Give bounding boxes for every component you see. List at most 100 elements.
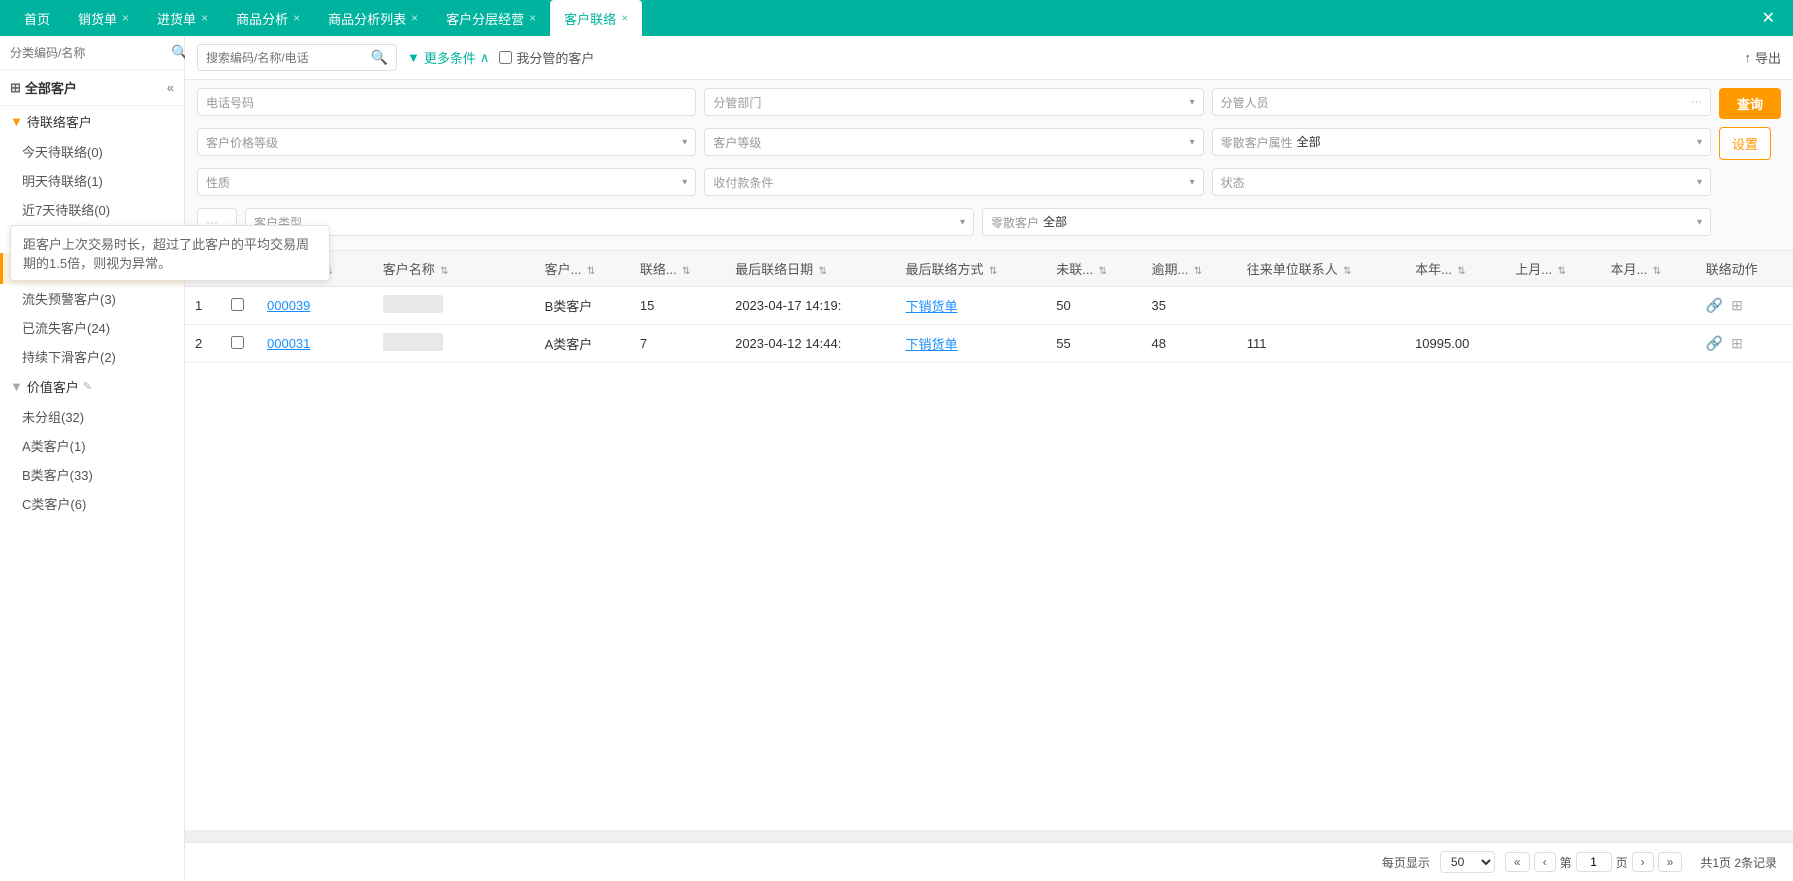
filter-bar: 🔍 ▼ 更多条件 ∧ 我分管的客户 ↑ 导出 bbox=[185, 36, 1793, 80]
total-records-label: 共1页 2条记录 bbox=[1700, 854, 1777, 871]
sidebar-collapse-btn[interactable]: « bbox=[167, 80, 174, 95]
edit-icon[interactable]: ✎ bbox=[83, 380, 92, 393]
my-customer-checkbox[interactable] bbox=[499, 51, 512, 64]
row1-no: 1 bbox=[185, 287, 221, 325]
filter-scattered-property-select[interactable]: 全部 bbox=[1297, 135, 1697, 149]
filter-person-input[interactable] bbox=[1273, 95, 1687, 109]
filter-department-select[interactable] bbox=[765, 95, 1189, 109]
sidebar-item-tomorrow-pending[interactable]: 明天待联络(1) bbox=[0, 166, 184, 195]
col-customer-type: 客户... ⇅ bbox=[535, 251, 630, 287]
sidebar-item-today-pending[interactable]: 今天待联络(0) bbox=[0, 137, 184, 166]
close-sales-order-tab[interactable]: × bbox=[122, 11, 129, 25]
sort-icon-6[interactable]: ⇅ bbox=[989, 266, 997, 277]
sidebar-search-input[interactable] bbox=[10, 46, 165, 60]
row1-actions: 🔗 ⊞ bbox=[1696, 287, 1793, 325]
row1-select-checkbox[interactable] bbox=[231, 298, 244, 311]
table-row: 1 000039 B类客户 bbox=[185, 287, 1793, 325]
search-input-wrap: 🔍 bbox=[197, 44, 397, 71]
sort-icon-8[interactable]: ⇅ bbox=[1194, 266, 1202, 277]
row2-code[interactable]: 000031 bbox=[257, 325, 373, 363]
col-this-year: 本年... ⇅ bbox=[1405, 251, 1505, 287]
filter-status-select[interactable] bbox=[1249, 175, 1697, 189]
filter-payment-select[interactable] bbox=[777, 175, 1189, 189]
close-product-analysis-list-tab[interactable]: × bbox=[411, 11, 418, 25]
filter-phone-input[interactable] bbox=[258, 95, 687, 109]
filter-row-3: 性质 ▾ 收付款条件 ▾ bbox=[197, 168, 1711, 196]
advanced-filter: 电话号码 分管部门 ▾ 分管人员 bbox=[185, 80, 1793, 251]
sort-icon-2[interactable]: ⇅ bbox=[440, 266, 448, 277]
horizontal-scrollbar[interactable] bbox=[185, 830, 1793, 842]
nav-home[interactable]: 首页 bbox=[10, 0, 64, 36]
sidebar-item-ungrouped[interactable]: 未分组(32) bbox=[0, 402, 184, 431]
nav-customer-segmentation[interactable]: 客户分层经营 × bbox=[432, 0, 550, 36]
sort-icon-7[interactable]: ⇅ bbox=[1098, 266, 1106, 277]
filter-scattered-property: 零散客户属性 全部 ▾ bbox=[1212, 128, 1711, 156]
close-customer-contact-tab[interactable]: × bbox=[621, 11, 628, 25]
query-button[interactable]: 查询 bbox=[1719, 88, 1781, 119]
nav-product-analysis-list[interactable]: 商品分析列表 × bbox=[314, 0, 432, 36]
close-product-analysis-tab[interactable]: × bbox=[293, 11, 300, 25]
close-customer-segmentation-tab[interactable]: × bbox=[529, 11, 536, 25]
main-layout: 🔍 ⊞ 全部客户 « ▼ 待联络客户 今天待联络(0) 明天待联络(1) 近7天… bbox=[0, 36, 1793, 881]
filter-customer-level-select[interactable] bbox=[765, 135, 1189, 149]
sort-icon-5[interactable]: ⇅ bbox=[818, 266, 826, 277]
filter-customer-type-select[interactable] bbox=[306, 215, 960, 229]
sidebar-all-customers[interactable]: ⊞ 全部客户 « bbox=[0, 70, 184, 106]
more-filter-button[interactable]: ▼ 更多条件 ∧ bbox=[407, 48, 489, 67]
sidebar-item-churned[interactable]: 已流失客户(24) bbox=[0, 313, 184, 342]
sidebar-item-7days-pending[interactable]: 近7天待联络(0) bbox=[0, 195, 184, 224]
row2-actions: 🔗 ⊞ bbox=[1696, 325, 1793, 363]
filter-price-level-select[interactable] bbox=[282, 135, 682, 149]
nav-purchase-order[interactable]: 进货单 × bbox=[143, 0, 222, 36]
sort-icon-11[interactable]: ⇅ bbox=[1557, 266, 1565, 277]
sidebar-item-class-a[interactable]: A类客户(1) bbox=[0, 431, 184, 460]
export-icon: ↑ bbox=[1744, 50, 1751, 65]
col-overdue: 逾期... ⇅ bbox=[1142, 251, 1237, 287]
row2-grid-icon[interactable]: ⊞ bbox=[1731, 335, 1743, 352]
prev-page-button[interactable]: ‹ bbox=[1534, 852, 1556, 872]
nav-sales-order[interactable]: 销货单 × bbox=[64, 0, 143, 36]
close-purchase-order-tab[interactable]: × bbox=[201, 11, 208, 25]
sidebar-item-class-b[interactable]: B类客户(33) bbox=[0, 460, 184, 489]
next-page-button[interactable]: › bbox=[1632, 852, 1654, 872]
filter-scattered-customer-select[interactable]: 全部 bbox=[1043, 215, 1697, 229]
sort-icon-9[interactable]: ⇅ bbox=[1343, 266, 1351, 277]
filter-nature-select[interactable] bbox=[234, 175, 682, 189]
row2-type: A类客户 bbox=[535, 325, 630, 363]
row2-select-checkbox[interactable] bbox=[231, 336, 244, 349]
last-page-button[interactable]: » bbox=[1658, 852, 1683, 872]
page-number-input[interactable] bbox=[1576, 852, 1612, 872]
per-page-select[interactable]: 50 20 100 bbox=[1440, 851, 1495, 873]
row1-link-icon[interactable]: 🔗 bbox=[1706, 297, 1723, 314]
row2-link-icon[interactable]: 🔗 bbox=[1706, 335, 1723, 352]
col-customer-name: 客户名称 ⇅ bbox=[373, 251, 535, 287]
more-persons-icon[interactable]: ··· bbox=[1691, 96, 1702, 108]
export-button[interactable]: ↑ 导出 bbox=[1744, 48, 1781, 67]
sort-icon-12[interactable]: ⇅ bbox=[1653, 266, 1661, 277]
close-window-button[interactable]: ✕ bbox=[1754, 8, 1783, 28]
row1-type: B类客户 bbox=[535, 287, 630, 325]
row2-name-placeholder bbox=[383, 333, 443, 351]
sort-icon-3[interactable]: ⇅ bbox=[587, 266, 595, 277]
first-page-button[interactable]: « bbox=[1505, 852, 1530, 872]
row2-no: 2 bbox=[185, 325, 221, 363]
col-contacts: 往来单位联系人 ⇅ bbox=[1237, 251, 1405, 287]
chevron-up-icon: ∧ bbox=[480, 50, 490, 66]
search-input[interactable] bbox=[206, 51, 371, 65]
sidebar-item-churn-warning[interactable]: 流失预警客户(3) bbox=[0, 284, 184, 313]
filter-settings-button[interactable]: 设置 bbox=[1719, 127, 1771, 160]
sidebar-item-declining[interactable]: 持续下滑客户(2) bbox=[0, 342, 184, 371]
sort-icon-4[interactable]: ⇅ bbox=[682, 266, 690, 277]
sidebar-group-pending-contact[interactable]: ▼ 待联络客户 bbox=[0, 106, 184, 137]
nav-customer-contact[interactable]: 客户联络 × bbox=[550, 0, 642, 36]
search-icon[interactable]: 🔍 bbox=[371, 49, 388, 66]
sidebar-group-value-customers[interactable]: ▼ 价值客户 ✎ bbox=[0, 371, 184, 402]
filter-row-2: 客户价格等级 ▾ 客户等级 ▾ bbox=[197, 128, 1711, 156]
chevron-icon: ▾ bbox=[1190, 97, 1195, 108]
chevron-icon-6: ▾ bbox=[1190, 177, 1195, 188]
row1-grid-icon[interactable]: ⊞ bbox=[1731, 297, 1743, 314]
sort-icon-10[interactable]: ⇅ bbox=[1457, 266, 1465, 277]
sidebar-item-class-c[interactable]: C类客户(6) bbox=[0, 489, 184, 518]
nav-product-analysis[interactable]: 商品分析 × bbox=[222, 0, 314, 36]
row1-code[interactable]: 000039 bbox=[257, 287, 373, 325]
